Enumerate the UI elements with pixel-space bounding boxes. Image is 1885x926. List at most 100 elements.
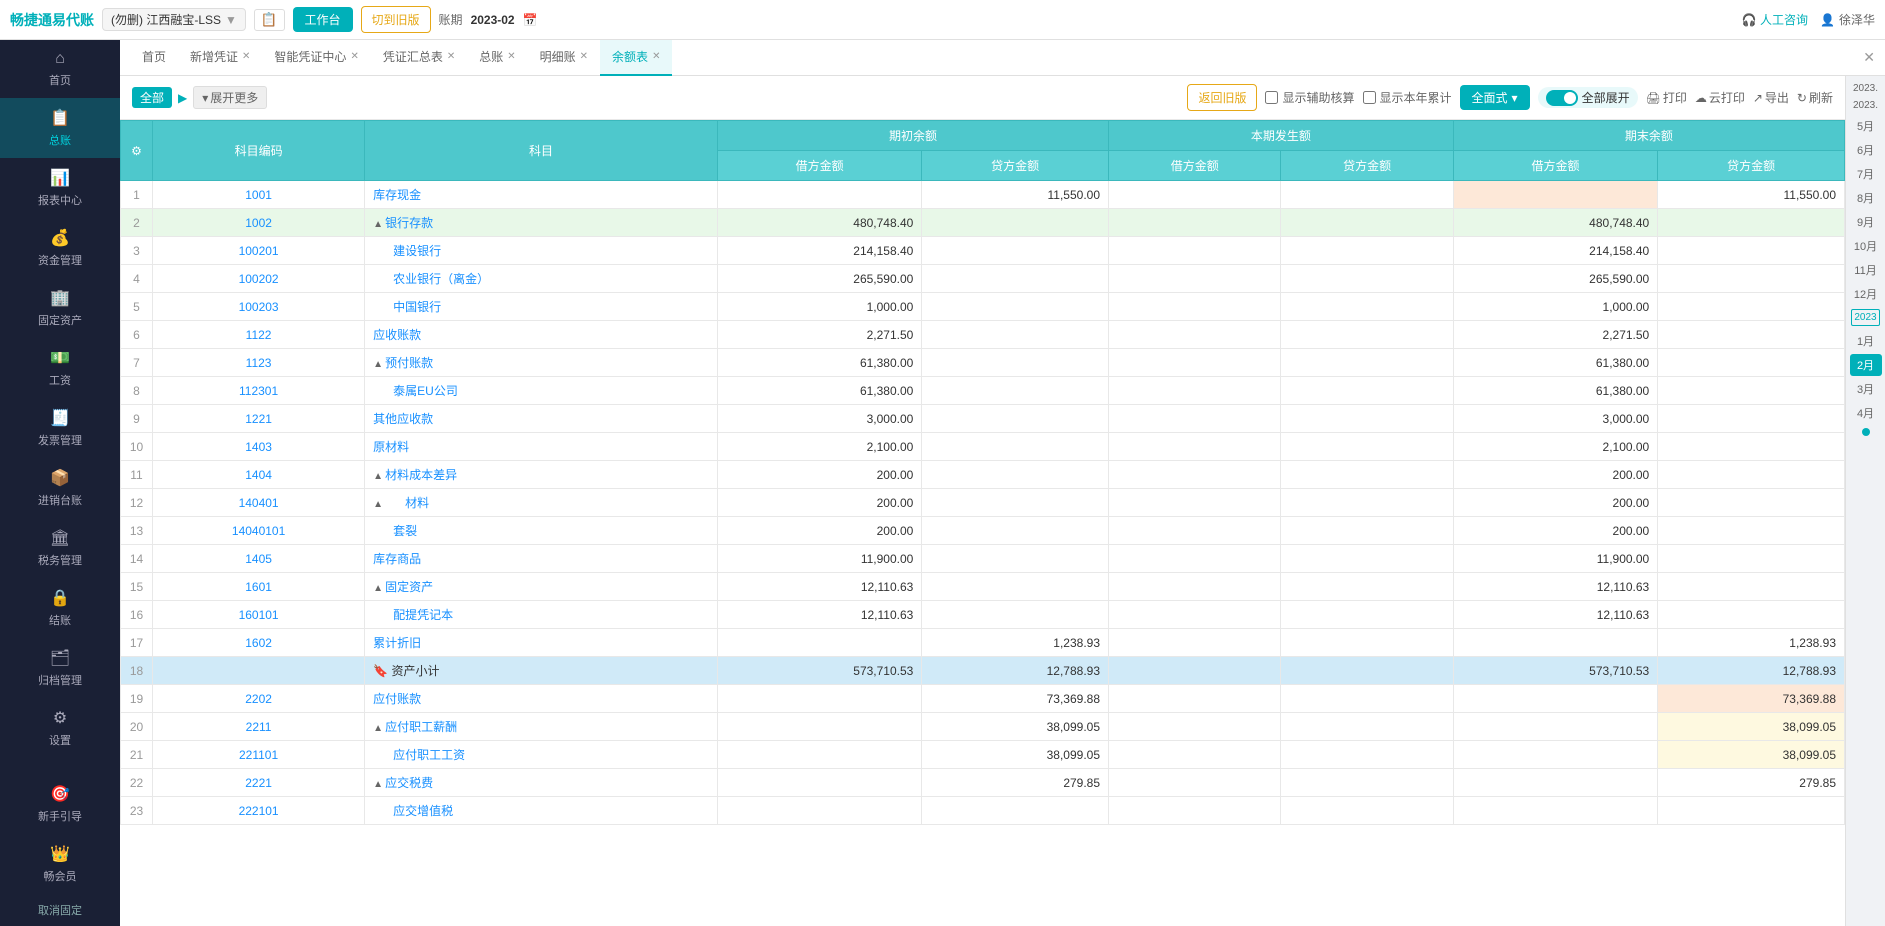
subject-code[interactable]: 1002 bbox=[153, 209, 365, 237]
unpin-button[interactable]: 取消固定 bbox=[0, 894, 120, 926]
subject-code[interactable]: 112301 bbox=[153, 377, 365, 405]
subject-name[interactable]: 配提凭记本 bbox=[365, 601, 718, 629]
settings-header[interactable]: ⚙ bbox=[121, 121, 153, 181]
workbench-button[interactable]: 工作台 bbox=[293, 7, 353, 32]
month-3[interactable]: 3月 bbox=[1850, 378, 1882, 400]
month-7[interactable]: 7月 bbox=[1850, 163, 1882, 185]
sidebar-item-member[interactable]: 👑 畅会员 bbox=[0, 834, 120, 894]
subject-code[interactable]: 2221 bbox=[153, 769, 365, 797]
filter-arrow-icon[interactable]: ▶ bbox=[178, 91, 187, 105]
subject-link[interactable]: 建设银行 bbox=[373, 244, 441, 258]
tab-close-ledger[interactable]: ✕ bbox=[507, 51, 515, 62]
tab-balance[interactable]: 余额表 ✕ bbox=[600, 40, 672, 76]
month-8[interactable]: 8月 bbox=[1850, 187, 1882, 209]
month-10[interactable]: 10月 bbox=[1850, 235, 1882, 257]
subject-link[interactable]: 银行存款 bbox=[385, 216, 433, 230]
subject-code[interactable]: 221101 bbox=[153, 741, 365, 769]
sidebar-item-archive[interactable]: 🗂 归档管理 bbox=[0, 638, 120, 698]
subject-code[interactable]: 1405 bbox=[153, 545, 365, 573]
sidebar-item-closing[interactable]: 🔒 结账 bbox=[0, 578, 120, 638]
sidebar-item-newbie[interactable]: 🎯 新手引导 bbox=[0, 774, 120, 834]
tab-add-voucher[interactable]: 新增凭证 ✕ bbox=[178, 40, 262, 76]
month-4[interactable]: 4月 bbox=[1850, 402, 1882, 424]
tab-close-add-voucher[interactable]: ✕ bbox=[242, 51, 250, 62]
expand-icon[interactable]: ▲ bbox=[373, 499, 383, 510]
subject-name[interactable]: 泰属EU公司 bbox=[365, 377, 718, 405]
subject-link[interactable]: 应交税费 bbox=[385, 776, 433, 790]
company-selector[interactable]: (勿删) 江西融宝-LSS ▼ bbox=[102, 8, 246, 31]
subject-link[interactable]: 应交增值税 bbox=[373, 804, 453, 818]
subject-link[interactable]: 预付账款 bbox=[385, 356, 433, 370]
refresh-button[interactable]: ↻ 刷新 bbox=[1797, 89, 1833, 106]
subject-name[interactable]: ▲固定资产 bbox=[365, 573, 718, 601]
subject-name[interactable]: 库存现金 bbox=[365, 181, 718, 209]
consultant-label[interactable]: 🎧 人工咨询 bbox=[1742, 11, 1808, 28]
subject-name[interactable]: ▲材料 bbox=[365, 489, 718, 517]
subject-link[interactable]: 套裂 bbox=[373, 524, 417, 538]
subject-link[interactable]: 库存现金 bbox=[373, 188, 421, 202]
subject-link[interactable]: 库存商品 bbox=[373, 552, 421, 566]
subject-link[interactable]: 配提凭记本 bbox=[373, 608, 453, 622]
expand-icon[interactable]: ▲ bbox=[373, 359, 383, 370]
sidebar-item-settings[interactable]: ⚙ 设置 bbox=[0, 698, 120, 758]
subject-link[interactable]: 农业银行（离金） bbox=[373, 272, 489, 286]
subject-code[interactable]: 1001 bbox=[153, 181, 365, 209]
subject-link[interactable]: 固定资产 bbox=[385, 580, 433, 594]
subject-code[interactable]: 100201 bbox=[153, 237, 365, 265]
month-12[interactable]: 12月 bbox=[1850, 283, 1882, 305]
subject-name[interactable]: 🔖 资产小计 bbox=[365, 657, 718, 685]
subject-name[interactable]: 应收账款 bbox=[365, 321, 718, 349]
subject-link[interactable]: 材料成本差异 bbox=[385, 468, 457, 482]
month-5[interactable]: 5月 bbox=[1850, 115, 1882, 137]
sidebar-item-salary[interactable]: 💵 工资 bbox=[0, 338, 120, 398]
subject-name[interactable]: 套裂 bbox=[365, 517, 718, 545]
subject-name[interactable]: 农业银行（离金） bbox=[365, 265, 718, 293]
subject-name[interactable]: 累计折旧 bbox=[365, 629, 718, 657]
export-button[interactable]: ↗ 导出 bbox=[1753, 89, 1789, 106]
sidebar-item-ledger[interactable]: 📋 总账 bbox=[0, 98, 120, 158]
subject-name[interactable]: 建设银行 bbox=[365, 237, 718, 265]
subject-name[interactable]: 中国银行 bbox=[365, 293, 718, 321]
subject-code[interactable]: 1602 bbox=[153, 629, 365, 657]
subject-link[interactable]: 材料 bbox=[385, 496, 429, 510]
aux-checkbox[interactable] bbox=[1265, 91, 1278, 104]
tab-smart-verify[interactable]: 智能凭证中心 ✕ bbox=[262, 40, 370, 76]
subject-code[interactable]: 2211 bbox=[153, 713, 365, 741]
tab-close-smart-verify[interactable]: ✕ bbox=[350, 51, 358, 62]
tab-voucher-summary[interactable]: 凭证汇总表 ✕ bbox=[371, 40, 467, 76]
old-version-button[interactable]: 切到旧版 bbox=[361, 6, 431, 33]
expand-icon[interactable]: ▲ bbox=[373, 723, 383, 734]
calendar-icon[interactable]: 📅 bbox=[523, 13, 538, 27]
subject-code[interactable]: 160101 bbox=[153, 601, 365, 629]
subject-code[interactable]: 1123 bbox=[153, 349, 365, 377]
tab-close-balance[interactable]: ✕ bbox=[652, 51, 660, 62]
expand-icon[interactable]: ▲ bbox=[373, 471, 383, 482]
full-style-button[interactable]: 全面式 ▾ bbox=[1460, 85, 1530, 110]
tab-home[interactable]: 首页 bbox=[130, 40, 178, 76]
subject-name[interactable]: ▲预付账款 bbox=[365, 349, 718, 377]
subject-name[interactable]: ▲银行存款 bbox=[365, 209, 718, 237]
subject-name[interactable]: 其他应收款 bbox=[365, 405, 718, 433]
subject-link[interactable]: 应付职工薪酬 bbox=[385, 720, 457, 734]
subject-name[interactable]: 原材料 bbox=[365, 433, 718, 461]
subject-code[interactable]: 14040101 bbox=[153, 517, 365, 545]
subject-code[interactable]: 140401 bbox=[153, 489, 365, 517]
subject-link[interactable]: 其他应收款 bbox=[373, 412, 433, 426]
month-11[interactable]: 11月 bbox=[1850, 259, 1882, 281]
month-1[interactable]: 1月 bbox=[1850, 330, 1882, 352]
print-button[interactable]: 🖨 打印 bbox=[1646, 89, 1687, 106]
subject-name[interactable]: 库存商品 bbox=[365, 545, 718, 573]
subject-code[interactable]: 1403 bbox=[153, 433, 365, 461]
subject-code[interactable]: 222101 bbox=[153, 797, 365, 825]
sidebar-item-home[interactable]: ⌂ 首页 bbox=[0, 40, 120, 98]
sidebar-item-tax[interactable]: 🏛 税务管理 bbox=[0, 518, 120, 578]
expand-all-toggle[interactable]: 全部展开 bbox=[1538, 87, 1638, 108]
sidebar-item-invoice[interactable]: 🧾 发票管理 bbox=[0, 398, 120, 458]
subject-code[interactable]: 2202 bbox=[153, 685, 365, 713]
sidebar-item-reports[interactable]: 📊 报表中心 bbox=[0, 158, 120, 218]
subject-code[interactable]: 100203 bbox=[153, 293, 365, 321]
sidebar-item-funds[interactable]: 💰 资金管理 bbox=[0, 218, 120, 278]
tab-close-voucher-summary[interactable]: ✕ bbox=[447, 51, 455, 62]
subject-link[interactable]: 应收账款 bbox=[373, 328, 421, 342]
subject-name[interactable]: 应付职工工资 bbox=[365, 741, 718, 769]
